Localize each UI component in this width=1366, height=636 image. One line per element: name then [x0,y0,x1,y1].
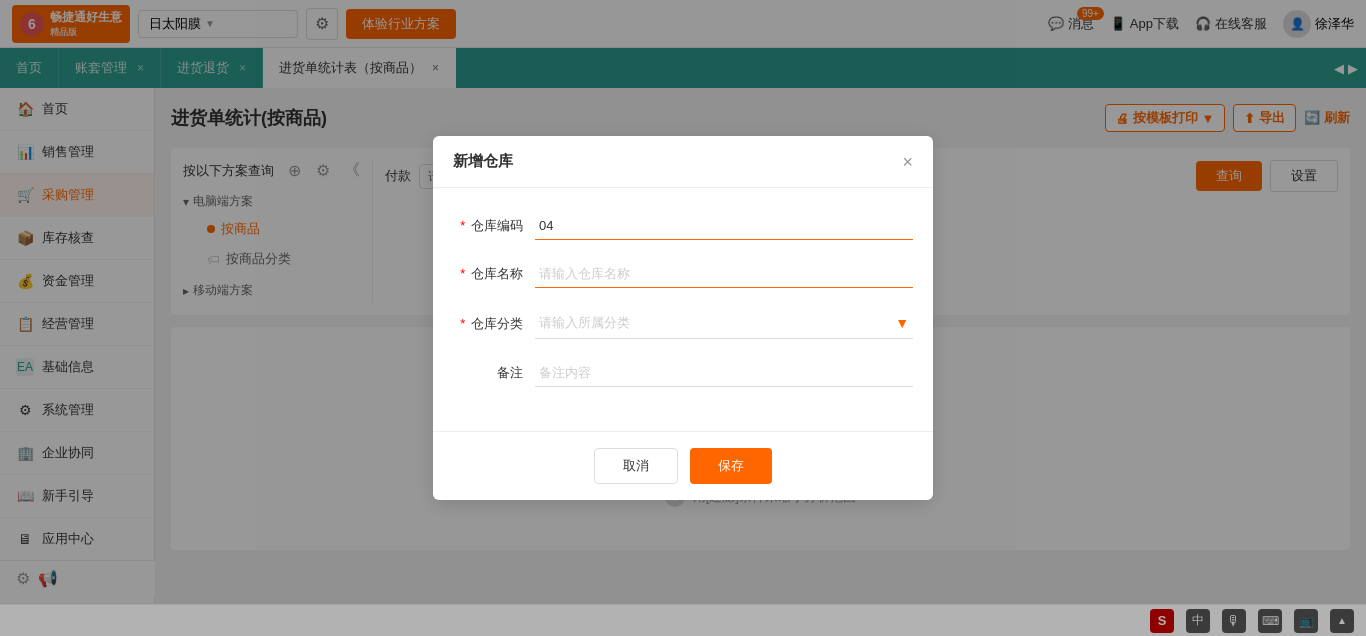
remark-label-text: 备注 [497,365,523,380]
category-placeholder: 请输入所属分类 [535,308,891,338]
code-field-row: * 仓库编码 [453,212,913,240]
code-label-text: 仓库编码 [471,218,523,233]
name-label-text: 仓库名称 [471,266,523,281]
remark-input[interactable] [535,359,913,387]
category-label: * 仓库分类 [453,315,523,333]
modal-header: 新增仓库 × [433,136,933,188]
modal-footer: 取消 保存 [433,431,933,500]
required-star-code: * [460,218,465,233]
category-field-row: * 仓库分类 请输入所属分类 ▼ [453,308,913,339]
name-label: * 仓库名称 [453,265,523,283]
remark-field-row: 备注 [453,359,913,387]
category-dropdown-icon: ▼ [891,309,913,337]
modal-body: * 仓库编码 * 仓库名称 * 仓库分类 请输入所属 [433,188,933,431]
category-select-wrapper[interactable]: 请输入所属分类 ▼ [535,308,913,339]
category-label-text: 仓库分类 [471,316,523,331]
save-button[interactable]: 保存 [690,448,772,484]
name-input[interactable] [535,260,913,288]
modal-overlay: 新增仓库 × * 仓库编码 * 仓库名称 [0,0,1366,636]
code-label: * 仓库编码 [453,217,523,235]
name-field-row: * 仓库名称 [453,260,913,288]
modal-title: 新增仓库 [453,152,513,171]
required-star-name: * [460,266,465,281]
code-input[interactable] [535,212,913,240]
required-star-category: * [460,316,465,331]
modal-close-button[interactable]: × [902,153,913,171]
cancel-button[interactable]: 取消 [594,448,678,484]
remark-label: 备注 [453,364,523,382]
new-warehouse-modal: 新增仓库 × * 仓库编码 * 仓库名称 [433,136,933,500]
